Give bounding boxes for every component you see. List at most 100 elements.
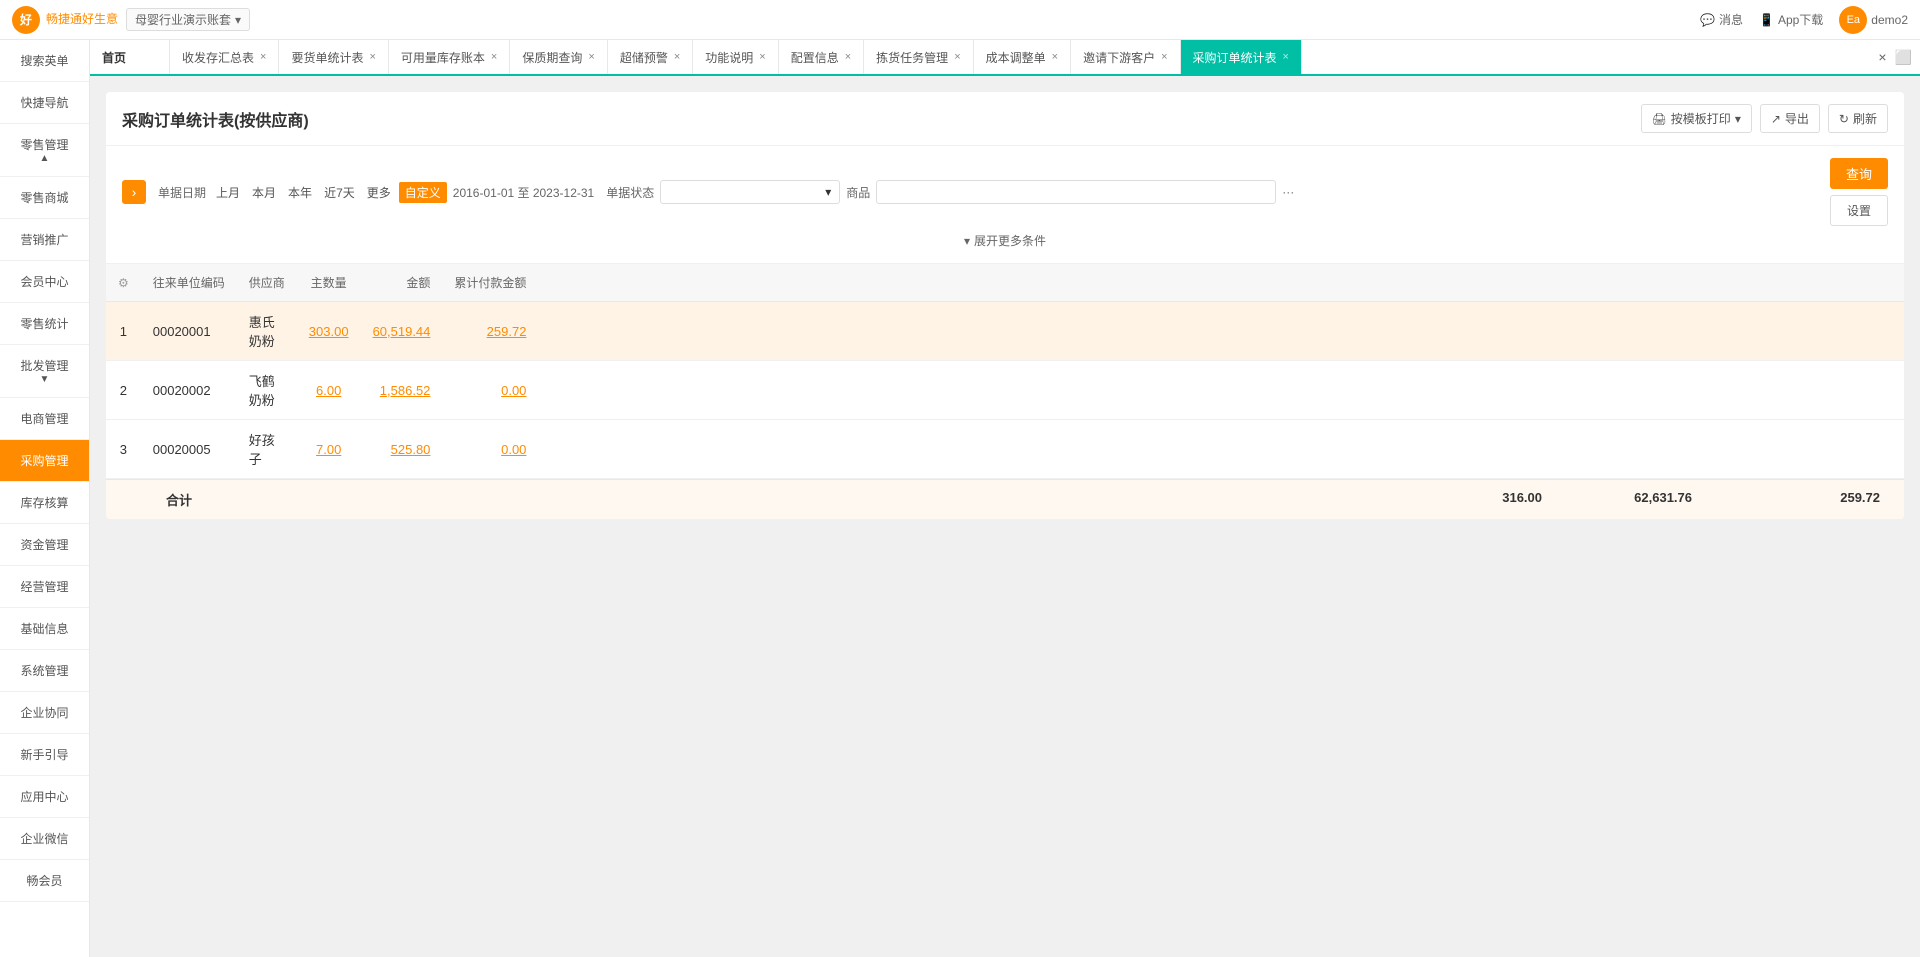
row-paid: 0.00 (442, 361, 538, 420)
date-links: 上月 本月 本年 近7天 更多 自定义 (212, 182, 447, 203)
footer-qty: 316.00 (1442, 490, 1542, 509)
tab-close-icon[interactable]: × (260, 51, 266, 63)
row-amount: 1,586.52 (361, 361, 443, 420)
tab-close-icon[interactable]: × (1283, 51, 1289, 63)
row-paid: 259.72 (442, 302, 538, 361)
tab-cost-adj[interactable]: 成本调整单 × (974, 40, 1071, 74)
sidebar-item-basic[interactable]: 基础信息 (0, 608, 89, 650)
print-button[interactable]: 🖨 按模板打印 ▾ (1641, 104, 1752, 133)
tab-label: 可用量库存账本 (401, 49, 485, 66)
table-row[interactable]: 3 00020005 好孩子 7.00 525.80 0.00 (106, 420, 1904, 479)
more-filter-icon[interactable]: ··· (1282, 185, 1294, 199)
sidebar-item-purchase[interactable]: 采购管理 (0, 440, 89, 482)
logo-area: 好 畅捷通好生意 (12, 6, 118, 34)
tab-config[interactable]: 配置信息 × (779, 40, 864, 74)
row-qty: 303.00 (297, 302, 361, 361)
filter-expand-row: ▾ 展开更多条件 (122, 226, 1888, 251)
footer-label: 合计 (118, 490, 438, 509)
tab-maximize-icon[interactable]: ⬜ (1895, 49, 1912, 66)
top-bar-right: 💬 消息 📱 App下载 Ea demo2 (1700, 6, 1908, 34)
print-label: 按模板打印 (1671, 110, 1731, 127)
sidebar-item-enterprise[interactable]: 企业协同 (0, 692, 89, 734)
tab-collect-send[interactable]: 收发存汇总表 × (170, 40, 279, 74)
sidebar-item-wholesale[interactable]: 批发管理 ▼ (0, 345, 89, 398)
tab-purchase-stat[interactable]: 采购订单统计表 × (1181, 40, 1302, 74)
sidebar-item-member[interactable]: 会员中心 (0, 261, 89, 303)
date-link-7days[interactable]: 近7天 (320, 182, 359, 203)
table-head: ⚙ 往来单位编码 供应商 主数量 金额 累计付款金额 (106, 264, 1904, 302)
date-link-more[interactable]: 更多 (363, 182, 395, 203)
filter-row-1: › 单据日期 上月 本月 本年 近7天 更多 自定义 2016-0 (122, 158, 1888, 226)
sidebar-item-retail[interactable]: 零售管理 ▲ (0, 124, 89, 177)
tab-overstock[interactable]: 超储预警 × (608, 40, 693, 74)
avatar: Ea (1839, 6, 1867, 34)
workspace-selector[interactable]: 母婴行业演示账套 ▾ (126, 8, 250, 31)
top-bar-left: 好 畅捷通好生意 母婴行业演示账套 ▾ (12, 6, 250, 34)
message-btn[interactable]: 💬 消息 (1700, 11, 1743, 28)
arrow-up-icon: ▲ (40, 153, 50, 164)
tab-close-icon[interactable]: × (491, 51, 497, 63)
date-link-cur-month[interactable]: 本月 (248, 182, 280, 203)
tab-func-desc[interactable]: 功能说明 × (693, 40, 778, 74)
settings-button[interactable]: 设置 (1830, 195, 1888, 226)
date-link-custom[interactable]: 自定义 (399, 182, 447, 203)
date-link-prev-month[interactable]: 上月 (212, 182, 244, 203)
tab-home[interactable]: 首页 (90, 40, 170, 74)
tab-expiry[interactable]: 保质期查询 × (510, 40, 607, 74)
tab-close-all-icon[interactable]: × (1878, 49, 1886, 65)
tab-close-icon[interactable]: × (369, 51, 375, 63)
row-qty: 7.00 (297, 420, 361, 479)
sidebar-item-wechat[interactable]: 企业微信 (0, 818, 89, 860)
expand-more-btn[interactable]: ▾ 展开更多条件 (964, 232, 1046, 249)
sidebar-item-member2[interactable]: 畅会员 (0, 860, 89, 902)
filter-toggle-btn[interactable]: › (122, 180, 146, 204)
sidebar-item-operations[interactable]: 经营管理 (0, 566, 89, 608)
row-paid: 0.00 (442, 420, 538, 479)
row-supplier: 惠氏奶粉 (237, 302, 297, 361)
sidebar-item-marketing[interactable]: 营销推广 (0, 219, 89, 261)
export-button[interactable]: ↗ 导出 (1760, 104, 1820, 133)
th-paid: 累计付款金额 (442, 264, 538, 302)
tab-close-icon[interactable]: × (759, 51, 765, 63)
table-footer: 合计 316.00 62,631.76 259.72 (106, 479, 1904, 519)
user-area[interactable]: Ea demo2 (1839, 6, 1908, 34)
row-index: 1 (106, 302, 141, 361)
tab-invite[interactable]: 邀请下游客户 × (1071, 40, 1180, 74)
tab-close-icon[interactable]: × (845, 51, 851, 63)
query-button[interactable]: 查询 (1830, 158, 1888, 189)
tab-label: 邀请下游客户 (1083, 49, 1155, 66)
tab-close-icon[interactable]: × (588, 51, 594, 63)
tab-order-stat[interactable]: 要货单统计表 × (279, 40, 388, 74)
tab-close-icon[interactable]: × (1052, 51, 1058, 63)
sidebar-item-system[interactable]: 系统管理 (0, 650, 89, 692)
sidebar-item-retail-shop[interactable]: 零售商城 (0, 177, 89, 219)
tab-available-inv[interactable]: 可用量库存账本 × (389, 40, 510, 74)
tab-close-icon[interactable]: × (1161, 51, 1167, 63)
sidebar-item-retail-stat[interactable]: 零售统计 (0, 303, 89, 345)
sidebar-item-appcenter[interactable]: 应用中心 (0, 776, 89, 818)
goods-input[interactable] (876, 180, 1276, 204)
table-row[interactable]: 1 00020001 惠氏奶粉 303.00 60,519.44 259.72 (106, 302, 1904, 361)
message-label: 消息 (1719, 11, 1743, 28)
sidebar-item-ecommerce[interactable]: 电商管理 (0, 398, 89, 440)
tab-close-icon[interactable]: × (954, 51, 960, 63)
expand-label: 展开更多条件 (974, 232, 1046, 249)
column-settings-icon[interactable]: ⚙ (118, 276, 129, 290)
sidebar-item-guide[interactable]: 新手引导 (0, 734, 89, 776)
tab-close-icon[interactable]: × (674, 51, 680, 63)
sidebar-item-inventory[interactable]: 库存核算 (0, 482, 89, 524)
row-code: 00020005 (141, 420, 237, 479)
app-download-btn[interactable]: 📱 App下载 (1759, 11, 1823, 28)
sidebar-item-capital[interactable]: 资金管理 (0, 524, 89, 566)
status-select[interactable]: ▾ (660, 180, 840, 204)
tab-label: 要货单统计表 (291, 49, 363, 66)
date-filter-label: 单据日期 (158, 184, 206, 201)
footer-paid: 259.72 (1742, 490, 1892, 509)
table-row[interactable]: 2 00020002 飞鹤奶粉 6.00 1,586.52 0.00 (106, 361, 1904, 420)
refresh-button[interactable]: ↻ 刷新 (1828, 104, 1888, 133)
sidebar-item-search[interactable]: 搜索英单 (0, 40, 89, 82)
sidebar-item-quicknav[interactable]: 快捷导航 (0, 82, 89, 124)
date-link-cur-year[interactable]: 本年 (284, 182, 316, 203)
tab-pick-task[interactable]: 拣货任务管理 × (864, 40, 973, 74)
page-actions: 🖨 按模板打印 ▾ ↗ 导出 ↻ 刷新 (1641, 104, 1888, 133)
